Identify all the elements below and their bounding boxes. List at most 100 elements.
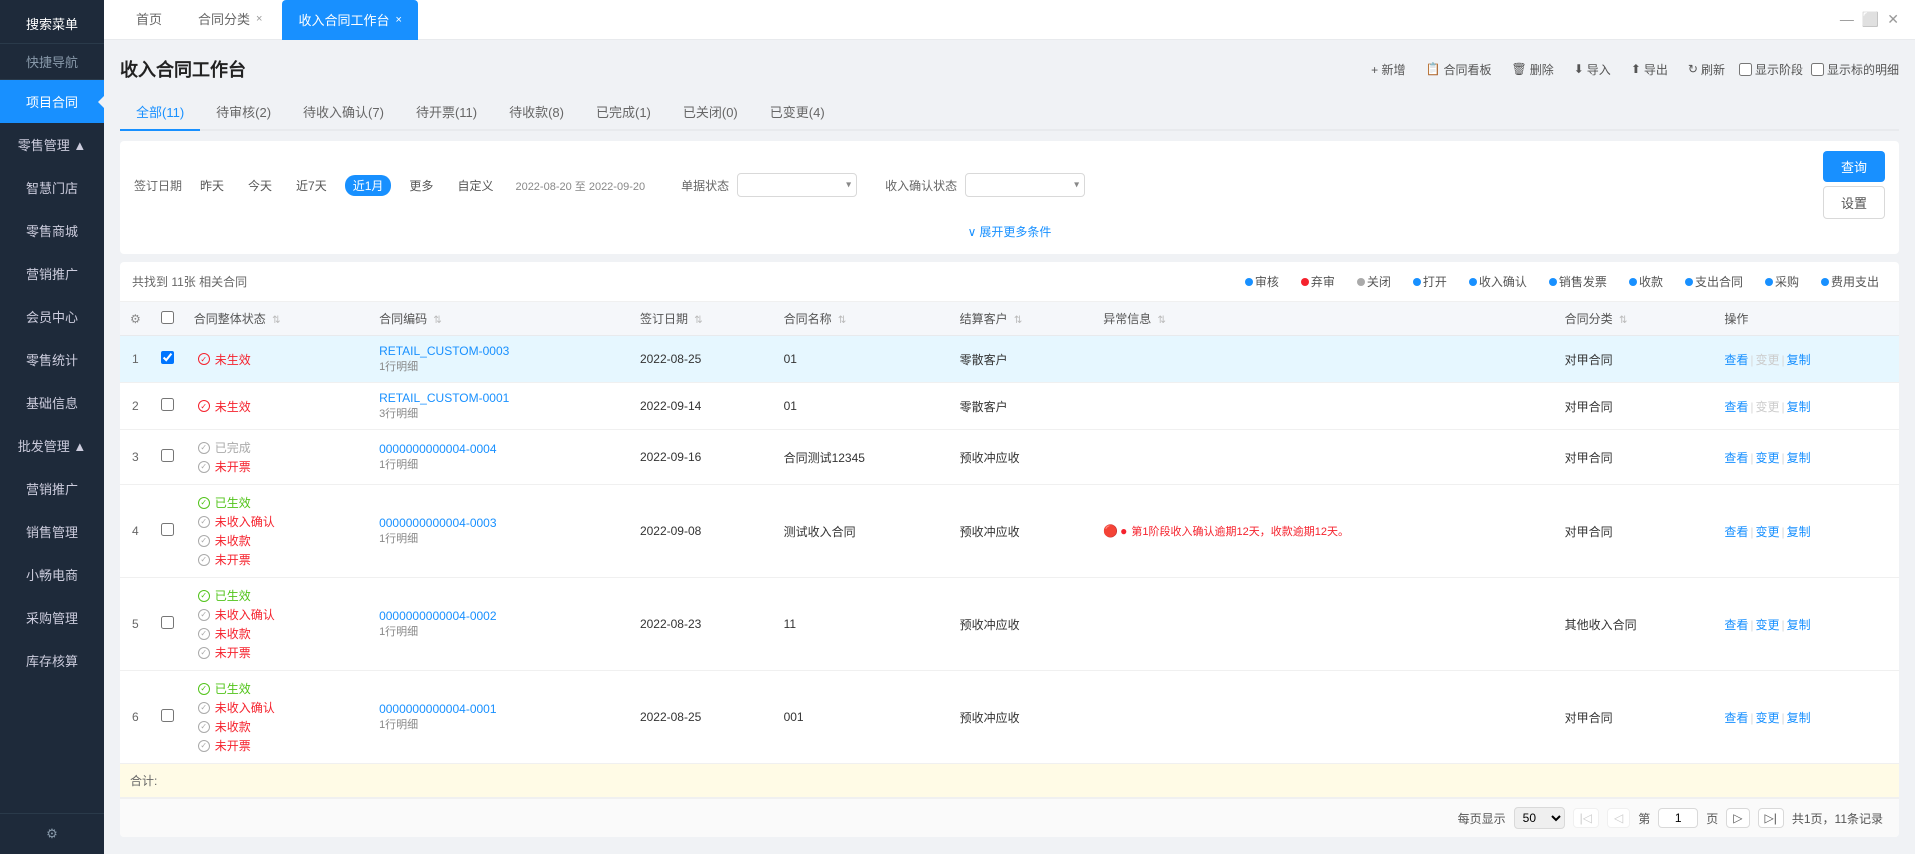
sidebar-item-inventory[interactable]: 库存核算 xyxy=(0,639,104,682)
today-btn[interactable]: 今天 xyxy=(242,175,278,196)
sidebar-item-member[interactable]: 会员中心 xyxy=(0,295,104,338)
tab-home[interactable]: 首页 xyxy=(120,0,178,40)
contract-code-link[interactable]: 0000000000004-0004 xyxy=(379,442,496,456)
select-all-checkbox[interactable] xyxy=(161,311,174,324)
row-checkbox[interactable] xyxy=(151,485,184,578)
last-page-btn[interactable]: ▷| xyxy=(1758,808,1784,828)
table-row[interactable]: 1✓未生效RETAIL_CUSTOM-00031行明细2022-08-2501零… xyxy=(120,336,1899,383)
table-row[interactable]: 4✓已生效✓未收入确认✓未收款✓未开票0000000000004-00031行明… xyxy=(120,485,1899,578)
op-btn-查看[interactable]: 查看 xyxy=(1724,711,1748,725)
op-btn-变更[interactable]: 变更 xyxy=(1756,525,1780,539)
status-tab-pending-confirm[interactable]: 待收入确认(7) xyxy=(287,94,400,131)
status-tab-closed[interactable]: 已关闭(0) xyxy=(667,94,754,131)
contract-code-link[interactable]: 0000000000004-0003 xyxy=(379,516,496,530)
sidebar-item-sales-mgmt[interactable]: 销售管理 xyxy=(0,510,104,553)
set-button[interactable]: 设置 xyxy=(1823,186,1885,219)
table-row[interactable]: 3✓已完成✓未开票0000000000004-00041行明细2022-09-1… xyxy=(120,430,1899,485)
op-btn-变更[interactable]: 变更 xyxy=(1756,451,1780,465)
sidebar-item-wholesale-mgmt[interactable]: 批发管理 ▲ xyxy=(0,424,104,467)
status-tab-completed[interactable]: 已完成(1) xyxy=(580,94,667,131)
sidebar-search[interactable]: 搜索菜单 xyxy=(0,0,104,44)
contract-board-button[interactable]: 📋 合同看板 xyxy=(1420,57,1498,82)
action-btn-abandon[interactable]: 弃审 xyxy=(1293,270,1343,293)
op-btn-查看[interactable]: 查看 xyxy=(1724,353,1748,367)
action-btn-sales-invoice[interactable]: 销售发票 xyxy=(1541,270,1615,293)
sidebar-item-base-info[interactable]: 基础信息 xyxy=(0,381,104,424)
op-btn-查看[interactable]: 查看 xyxy=(1724,451,1748,465)
sidebar-item-sales-marketing[interactable]: 营销推广 xyxy=(0,467,104,510)
row-checkbox[interactable] xyxy=(151,336,184,383)
tab-contract-cat[interactable]: 合同分类× xyxy=(182,0,278,40)
op-btn-查看[interactable]: 查看 xyxy=(1724,400,1748,414)
status-tab-pending-invoice[interactable]: 待开票(11) xyxy=(400,94,493,131)
sidebar-item-project[interactable]: 项目合同 xyxy=(0,80,104,123)
last1month-btn[interactable]: 近1月 xyxy=(345,175,392,196)
status-tab-changed[interactable]: 已变更(4) xyxy=(754,94,841,131)
op-btn-复制[interactable]: 复制 xyxy=(1787,451,1811,465)
action-btn-purchase[interactable]: 采购 xyxy=(1757,270,1807,293)
row-checkbox[interactable] xyxy=(151,430,184,485)
delete-button[interactable]: 🗑 删除 xyxy=(1505,57,1559,82)
tab-close-income-contract[interactable]: × xyxy=(395,14,401,26)
import-button[interactable]: ⬇ 导入 xyxy=(1568,57,1617,82)
op-btn-查看[interactable]: 查看 xyxy=(1724,618,1748,632)
action-btn-expenditure[interactable]: 支出合同 xyxy=(1677,270,1751,293)
op-btn-复制[interactable]: 复制 xyxy=(1787,400,1811,414)
query-button[interactable]: 查询 xyxy=(1823,151,1885,182)
contract-code-link[interactable]: RETAIL_CUSTOM-0001 xyxy=(379,391,509,405)
row-checkbox[interactable] xyxy=(151,578,184,671)
sidebar-item-retail-stats[interactable]: 零售统计 xyxy=(0,338,104,381)
op-btn-复制[interactable]: 复制 xyxy=(1787,618,1811,632)
action-btn-open[interactable]: 打开 xyxy=(1405,270,1455,293)
contract-code-link[interactable]: 0000000000004-0001 xyxy=(379,702,496,716)
page-size-select[interactable]: 102050100 xyxy=(1514,807,1565,829)
row-checkbox[interactable] xyxy=(151,383,184,430)
table-row[interactable]: 6✓已生效✓未收入确认✓未收款✓未开票0000000000004-00011行明… xyxy=(120,671,1899,764)
refresh-button[interactable]: ↻ 刷新 xyxy=(1682,57,1731,82)
status-tab-all[interactable]: 全部(11) xyxy=(120,94,200,131)
contract-code-link[interactable]: 0000000000004-0002 xyxy=(379,609,496,623)
sidebar-settings[interactable]: ⚙ xyxy=(0,813,104,854)
sidebar-item-xiaochang[interactable]: 小畅电商 xyxy=(0,553,104,596)
sidebar-item-marketing[interactable]: 营销推广 xyxy=(0,252,104,295)
new-button[interactable]: + 新增 xyxy=(1365,57,1411,82)
minimize-btn[interactable]: — xyxy=(1840,11,1854,28)
status-tab-pending-receipt[interactable]: 待收款(8) xyxy=(493,94,580,131)
action-btn-expense[interactable]: 费用支出 xyxy=(1813,270,1887,293)
show-segment-checkbox[interactable]: 显示阶段 xyxy=(1739,61,1803,78)
status-tab-pending-review[interactable]: 待审核(2) xyxy=(200,94,287,131)
show-detail-checkbox[interactable]: 显示标的明细 xyxy=(1811,61,1899,78)
tab-income-contract[interactable]: 收入合同工作台× xyxy=(282,0,417,40)
last7-btn[interactable]: 近7天 xyxy=(290,175,333,196)
close-btn[interactable]: ✕ xyxy=(1887,11,1899,28)
sidebar-item-retail-mgmt[interactable]: 零售管理 ▲ xyxy=(0,123,104,166)
maximize-btn[interactable]: ⬜ xyxy=(1862,11,1879,28)
op-btn-复制[interactable]: 复制 xyxy=(1787,525,1811,539)
op-btn-查看[interactable]: 查看 xyxy=(1724,525,1748,539)
sidebar-nav[interactable]: 快捷导航 xyxy=(0,44,104,80)
action-btn-review[interactable]: 审核 xyxy=(1237,270,1287,293)
prev-page-btn[interactable]: ◁ xyxy=(1607,808,1630,828)
sidebar-item-smart-store[interactable]: 智慧门店 xyxy=(0,166,104,209)
op-btn-变更[interactable]: 变更 xyxy=(1756,711,1780,725)
more-btn[interactable]: 更多 xyxy=(403,175,439,196)
table-row[interactable]: 5✓已生效✓未收入确认✓未收款✓未开票0000000000004-00021行明… xyxy=(120,578,1899,671)
sidebar-item-retail-mall[interactable]: 零售商城 xyxy=(0,209,104,252)
expand-conditions-btn[interactable]: ∨ 展开更多条件 xyxy=(134,219,1885,244)
table-row[interactable]: 2✓未生效RETAIL_CUSTOM-00013行明细2022-09-1401零… xyxy=(120,383,1899,430)
sidebar-item-purchase[interactable]: 采购管理 xyxy=(0,596,104,639)
contract-code-link[interactable]: RETAIL_CUSTOM-0003 xyxy=(379,344,509,358)
doc-status-select[interactable] xyxy=(737,173,857,197)
op-btn-变更[interactable]: 变更 xyxy=(1756,618,1780,632)
action-btn-receipt[interactable]: 收款 xyxy=(1621,270,1671,293)
yesterday-btn[interactable]: 昨天 xyxy=(194,175,230,196)
action-btn-income-confirm[interactable]: 收入确认 xyxy=(1461,270,1535,293)
next-page-btn[interactable]: ▷ xyxy=(1726,808,1749,828)
income-confirm-select[interactable] xyxy=(965,173,1085,197)
first-page-btn[interactable]: |◁ xyxy=(1573,808,1599,828)
export-button[interactable]: ⬆ 导出 xyxy=(1625,57,1674,82)
op-btn-复制[interactable]: 复制 xyxy=(1787,711,1811,725)
table-scroll[interactable]: ⚙ 合同整体状态 ⇅ 合同编码 ⇅ 签订日期 ⇅ 合同名称 ⇅ 结算客户 ⇅ 异… xyxy=(120,302,1899,798)
custom-btn[interactable]: 自定义 xyxy=(451,175,499,196)
op-btn-复制[interactable]: 复制 xyxy=(1787,353,1811,367)
